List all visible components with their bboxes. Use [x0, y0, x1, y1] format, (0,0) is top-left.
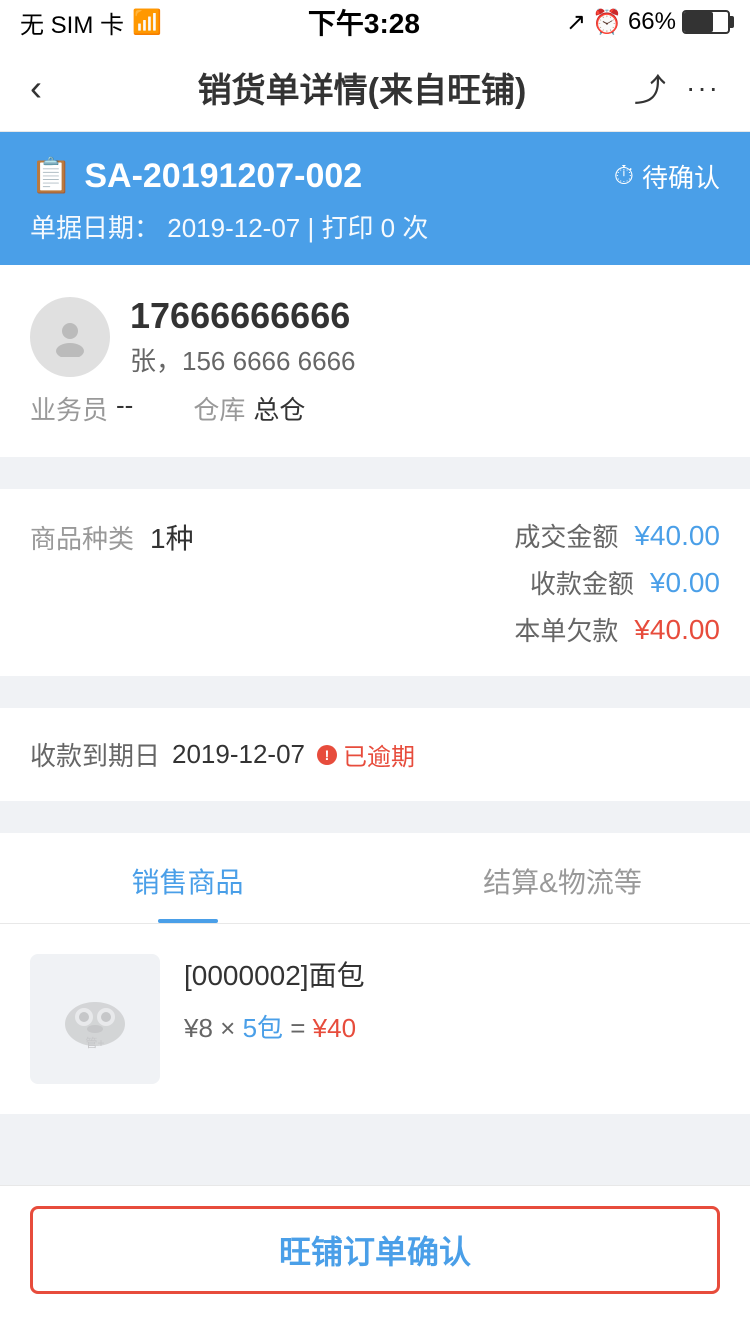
- owed-amount-row: 本单欠款 ¥40.00: [514, 611, 720, 648]
- salesman-item: 业务员 --: [30, 390, 133, 427]
- customer-contact: 张，156 6666 6666: [130, 341, 356, 378]
- summary-section: 商品种类 1种 成交金额 ¥40.00 收款金额 ¥0.00 本单欠款 ¥40.…: [0, 489, 750, 676]
- deal-amount-value: ¥40.00: [634, 520, 720, 552]
- tab-settlement[interactable]: 结算&物流等: [375, 833, 750, 923]
- status-right: ↗ ⏰ 66%: [566, 8, 730, 37]
- tab-sales-products[interactable]: 销售商品: [0, 833, 375, 923]
- customer-section: 17666666666 张，156 6666 6666 业务员 -- 仓库 总仓: [0, 265, 750, 457]
- order-icon: 📋: [30, 156, 72, 196]
- product-section: 管+ [0000002]面包 ¥8 × 5包 = ¥40: [0, 924, 750, 1114]
- customer-top: 17666666666 张，156 6666 6666: [30, 295, 720, 378]
- wifi-icon: 📶: [132, 8, 162, 37]
- status-clock-icon: ⏱: [614, 160, 634, 192]
- divider-1: [0, 473, 750, 489]
- warehouse-item: 仓库 总仓: [193, 390, 305, 427]
- page-title: 销货单详情(来自旺铺): [198, 63, 527, 112]
- confirm-order-button[interactable]: 旺铺订单确认: [30, 1206, 720, 1294]
- customer-meta: 业务员 -- 仓库 总仓: [30, 390, 720, 427]
- battery-percent: 66%: [628, 8, 676, 36]
- order-id-row: 📋 SA-20191207-002 ⏱ 待确认: [30, 156, 720, 196]
- payment-amount-row: 收款金额 ¥0.00: [530, 564, 720, 601]
- carrier-text: 无 SIM 卡: [20, 5, 124, 40]
- overdue-icon: !: [317, 745, 337, 765]
- time-display: 下午3:28: [308, 2, 420, 42]
- product-price-row: ¥8 × 5包 = ¥40: [184, 1008, 720, 1045]
- avatar: [30, 297, 110, 377]
- product-name: [0000002]面包: [184, 954, 720, 994]
- tabs-row: 销售商品 结算&物流等: [0, 833, 750, 924]
- owed-amount-value: ¥40.00: [634, 614, 720, 646]
- tabs-section: 销售商品 结算&物流等: [0, 833, 750, 924]
- order-id: 📋 SA-20191207-002: [30, 156, 362, 196]
- total-value: ¥40: [313, 1013, 356, 1043]
- equals-sign: =: [283, 1013, 313, 1043]
- nav-bar: ‹ 销货单详情(来自旺铺) ⤴ ···: [0, 44, 750, 132]
- product-image: 管+: [30, 954, 160, 1084]
- customer-info: 17666666666 张，156 6666 6666: [130, 295, 356, 378]
- overdue-badge: ! 已逾期: [317, 737, 415, 772]
- status-bar: 无 SIM 卡 📶 下午3:28 ↗ ⏰ 66%: [0, 0, 750, 44]
- product-info: [0000002]面包 ¥8 × 5包 = ¥40: [184, 954, 720, 1045]
- status-left: 无 SIM 卡 📶: [20, 5, 162, 40]
- order-header-card: 📋 SA-20191207-002 ⏱ 待确认 单据日期： 2019-12-07…: [0, 132, 750, 265]
- deal-amount-row: 成交金额 ¥40.00: [514, 517, 720, 554]
- bottom-button-container: 旺铺订单确认: [0, 1185, 750, 1334]
- alarm-icon: ⏰: [592, 8, 622, 37]
- battery-icon: [682, 10, 730, 34]
- price-value: ¥8 ×: [184, 1013, 243, 1043]
- quantity-value: 5包: [243, 1013, 283, 1043]
- order-status: ⏱ 待确认: [614, 158, 720, 195]
- divider-2: [0, 692, 750, 708]
- order-date-row: 单据日期： 2019-12-07 | 打印 0 次: [30, 208, 720, 245]
- back-button[interactable]: ‹: [30, 67, 90, 109]
- share-button[interactable]: ⤴: [634, 65, 666, 111]
- customer-phone: 17666666666: [130, 295, 356, 337]
- svg-text:管+: 管+: [85, 1035, 104, 1049]
- divider-3: [0, 817, 750, 833]
- location-icon: ↗: [566, 8, 586, 37]
- amount-info: 成交金额 ¥40.00 收款金额 ¥0.00 本单欠款 ¥40.00: [514, 517, 720, 648]
- nav-actions: ⤴ ···: [634, 65, 720, 111]
- category-info: 商品种类 1种: [30, 517, 194, 557]
- more-button[interactable]: ···: [686, 72, 720, 104]
- payment-amount-value: ¥0.00: [650, 567, 720, 599]
- due-section: 收款到期日 2019-12-07 ! 已逾期: [0, 708, 750, 801]
